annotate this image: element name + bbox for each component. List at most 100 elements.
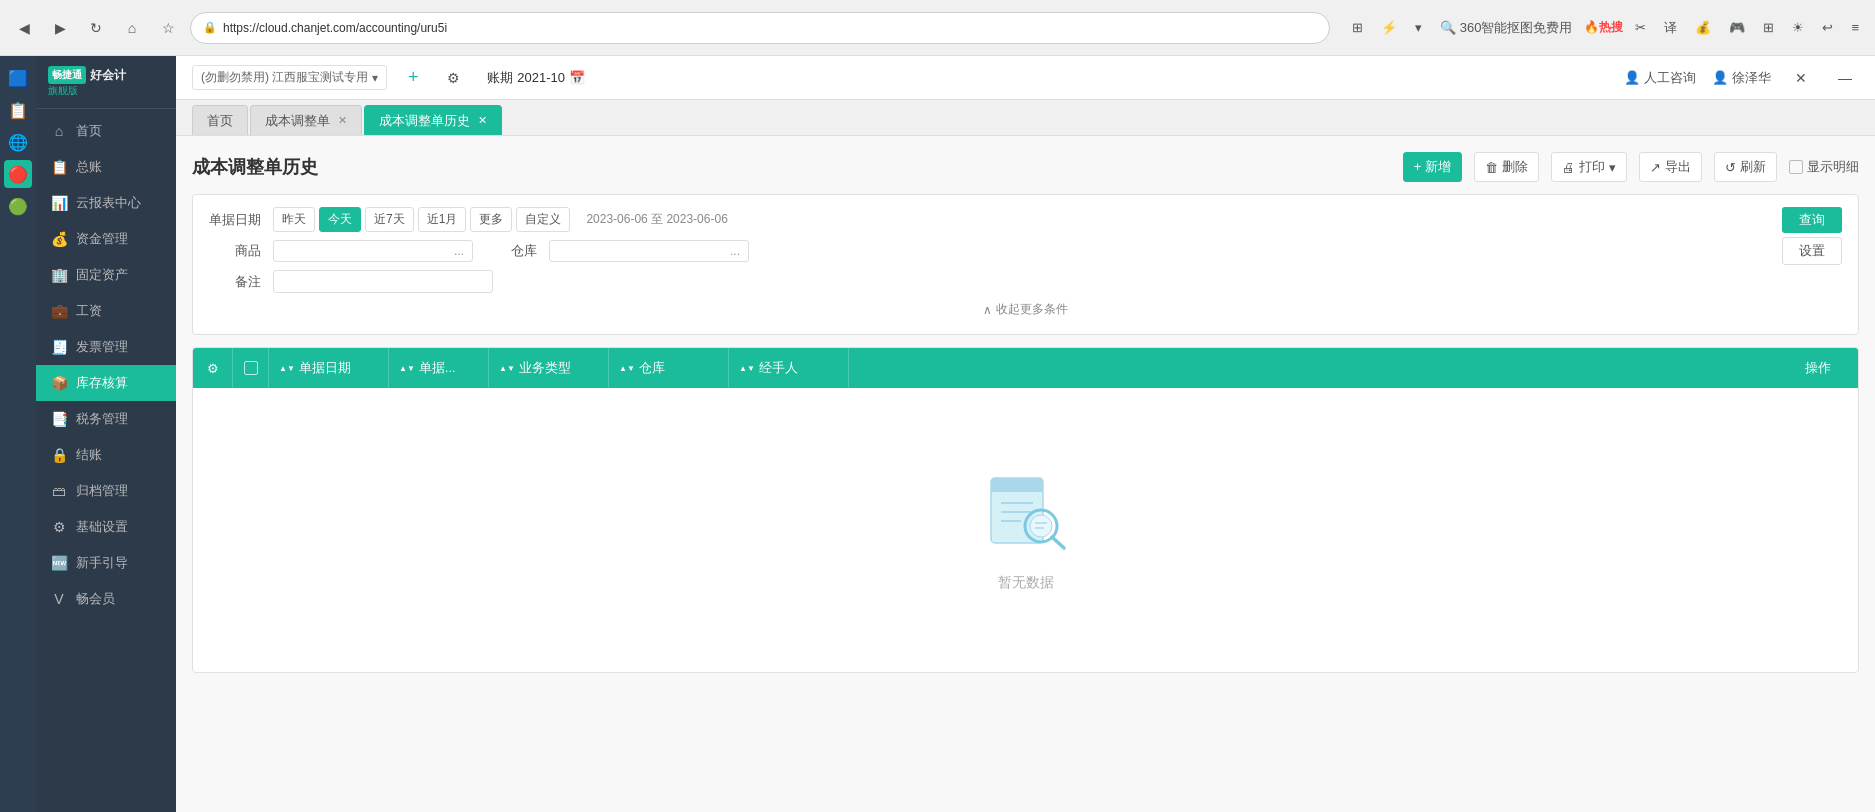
sidebar-item-cloud-report[interactable]: 📊 云报表中心 bbox=[36, 185, 176, 221]
address-bar[interactable]: 🔒 https://cloud.chanjet.com/accounting/u… bbox=[190, 12, 1330, 44]
th-gear[interactable]: ⚙ bbox=[193, 348, 233, 388]
refresh-button[interactable]: ↺ 刷新 bbox=[1714, 152, 1777, 182]
main-content: 成本调整单历史 + 新增 🗑 删除 🖨 打印 ▾ ↗ 导出 bbox=[176, 136, 1875, 812]
th-num[interactable]: ▲▼ 单据... bbox=[389, 348, 489, 388]
strip-item-5[interactable]: 🟢 bbox=[4, 192, 32, 220]
search-button[interactable]: 查询 bbox=[1782, 207, 1842, 233]
chevron-down-icon[interactable]: ▾ bbox=[1409, 16, 1428, 39]
sidebar-item-archive[interactable]: 🗃 归档管理 bbox=[36, 473, 176, 509]
sidebar-item-ledger-label: 总账 bbox=[76, 158, 102, 176]
setting-button[interactable]: 设置 bbox=[1782, 237, 1842, 265]
date-btn-1month[interactable]: 近1月 bbox=[418, 207, 467, 232]
warehouse-selector[interactable]: ... bbox=[549, 240, 749, 262]
th-operator[interactable]: ▲▼ 经手人 bbox=[729, 348, 849, 388]
th-biz-label: 业务类型 bbox=[519, 359, 571, 377]
th-biz-type[interactable]: ▲▼ 业务类型 bbox=[489, 348, 609, 388]
empty-illustration bbox=[976, 468, 1076, 558]
app-edition: 旗舰版 bbox=[48, 84, 126, 98]
app-header: (勿删勿禁用) 江西服宝测试专用 ▾ + ⚙ 账期 2021-10 📅 👤 人工… bbox=[176, 56, 1875, 100]
delete-button[interactable]: 🗑 删除 bbox=[1474, 152, 1539, 182]
sidebar-item-fund[interactable]: 💰 资金管理 bbox=[36, 221, 176, 257]
note-label: 备注 bbox=[209, 273, 261, 291]
refresh-label: 刷新 bbox=[1740, 158, 1766, 176]
tab-cost-adjust-close-icon[interactable]: ✕ bbox=[338, 114, 347, 127]
consult-button[interactable]: 👤 人工咨询 bbox=[1624, 69, 1696, 87]
sidebar-item-close[interactable]: 🔒 结账 bbox=[36, 437, 176, 473]
translate-icon[interactable]: 译 bbox=[1658, 15, 1683, 41]
print-label: 打印 bbox=[1579, 158, 1605, 176]
date-btn-more[interactable]: 更多 bbox=[470, 207, 512, 232]
salary-icon: 💼 bbox=[50, 303, 68, 319]
tab-cost-adjust[interactable]: 成本调整单 ✕ bbox=[250, 105, 362, 135]
settings-gear-button[interactable]: ⚙ bbox=[439, 64, 467, 92]
display-checkbox[interactable] bbox=[1789, 160, 1803, 174]
tab-cost-adjust-label: 成本调整单 bbox=[265, 112, 330, 130]
sidebar-item-invoice[interactable]: 🧾 发票管理 bbox=[36, 329, 176, 365]
goods-selector[interactable]: ... bbox=[273, 240, 473, 262]
home-button[interactable]: ⌂ bbox=[118, 14, 146, 42]
sidebar-header: 畅捷通 好会计 旗舰版 bbox=[36, 56, 176, 109]
select-all-checkbox[interactable] bbox=[244, 361, 258, 375]
undo-icon[interactable]: ↩ bbox=[1816, 16, 1839, 39]
export-icon: ↗ bbox=[1650, 160, 1661, 175]
apps-icon[interactable]: ⊞ bbox=[1757, 16, 1780, 39]
strip-item-4[interactable]: 🔴 bbox=[4, 160, 32, 188]
menu-icon[interactable]: ≡ bbox=[1845, 16, 1865, 39]
export-button[interactable]: ↗ 导出 bbox=[1639, 152, 1702, 182]
scissors-icon[interactable]: ✂ bbox=[1629, 16, 1652, 39]
th-date-label: 单据日期 bbox=[299, 359, 351, 377]
date-btn-today[interactable]: 今天 bbox=[319, 207, 361, 232]
sidebar-item-home[interactable]: ⌂ 首页 bbox=[36, 113, 176, 149]
window-minimize-button[interactable]: — bbox=[1831, 64, 1859, 92]
sidebar-item-inventory[interactable]: 📦 库存核算 bbox=[36, 365, 176, 401]
search-btn[interactable]: 🔍 360智能抠图免费用 bbox=[1434, 15, 1578, 41]
sidebar-item-guide[interactable]: 🆕 新手引导 bbox=[36, 545, 176, 581]
sidebar-item-tax[interactable]: 📑 税务管理 bbox=[36, 401, 176, 437]
th-op-arrows-icon: ▲▼ bbox=[739, 364, 755, 373]
th-check[interactable] bbox=[233, 348, 269, 388]
user-button[interactable]: 👤 徐泽华 bbox=[1712, 69, 1771, 87]
strip-item-3[interactable]: 🌐 bbox=[4, 128, 32, 156]
sidebar-item-fixed-assets[interactable]: 🏢 固定资产 bbox=[36, 257, 176, 293]
date-btn-7days[interactable]: 近7天 bbox=[365, 207, 414, 232]
sidebar-item-close-label: 结账 bbox=[76, 446, 102, 464]
note-input[interactable] bbox=[273, 270, 493, 293]
add-company-button[interactable]: + bbox=[399, 64, 427, 92]
tab-history-close-icon[interactable]: ✕ bbox=[478, 114, 487, 127]
grid-icon[interactable]: ⊞ bbox=[1346, 16, 1369, 39]
goods-label: 商品 bbox=[209, 242, 261, 260]
sidebar-item-settings[interactable]: ⚙ 基础设置 bbox=[36, 509, 176, 545]
collapse-btn[interactable]: ∧ 收起更多条件 bbox=[975, 297, 1076, 322]
th-warehouse[interactable]: ▲▼ 仓库 bbox=[609, 348, 729, 388]
sidebar-item-salary[interactable]: 💼 工资 bbox=[36, 293, 176, 329]
tab-cost-adjust-history[interactable]: 成本调整单历史 ✕ bbox=[364, 105, 502, 135]
strip-item-1[interactable]: 🟦 bbox=[4, 64, 32, 92]
refresh-button[interactable]: ↻ bbox=[82, 14, 110, 42]
company-selector[interactable]: (勿删勿禁用) 江西服宝测试专用 ▾ bbox=[192, 65, 387, 90]
sidebar-item-general-ledger[interactable]: 📋 总账 bbox=[36, 149, 176, 185]
print-button[interactable]: 🖨 打印 ▾ bbox=[1551, 152, 1627, 182]
url-text: https://cloud.chanjet.com/accounting/uru… bbox=[223, 21, 447, 35]
window-close-button[interactable]: ✕ bbox=[1787, 64, 1815, 92]
date-btn-yesterday[interactable]: 昨天 bbox=[273, 207, 315, 232]
period-value: 2021-10 bbox=[517, 70, 565, 85]
sidebar-item-member[interactable]: V 畅会员 bbox=[36, 581, 176, 617]
strip-item-2[interactable]: 📋 bbox=[4, 96, 32, 124]
game-icon[interactable]: 🎮 bbox=[1723, 16, 1751, 39]
display-toggle[interactable]: 显示明细 bbox=[1789, 158, 1859, 176]
warehouse-more-icon: ... bbox=[730, 244, 740, 258]
brightness-icon[interactable]: ☀ bbox=[1786, 16, 1810, 39]
forward-button[interactable]: ▶ bbox=[46, 14, 74, 42]
th-num-label: 单据... bbox=[419, 359, 456, 377]
add-button[interactable]: + 新增 bbox=[1403, 152, 1462, 182]
app-name: 好会计 bbox=[90, 67, 126, 84]
th-date[interactable]: ▲▼ 单据日期 bbox=[269, 348, 389, 388]
back-button[interactable]: ◀ bbox=[10, 14, 38, 42]
wallet-icon[interactable]: 💰 bbox=[1689, 16, 1717, 39]
star-button[interactable]: ☆ bbox=[154, 14, 182, 42]
tab-home[interactable]: 首页 bbox=[192, 105, 248, 135]
bolt-icon[interactable]: ⚡ bbox=[1375, 16, 1403, 39]
date-btn-custom[interactable]: 自定义 bbox=[516, 207, 570, 232]
consult-icon: 👤 bbox=[1624, 70, 1640, 85]
date-buttons: 昨天 今天 近7天 近1月 更多 自定义 bbox=[273, 207, 570, 232]
